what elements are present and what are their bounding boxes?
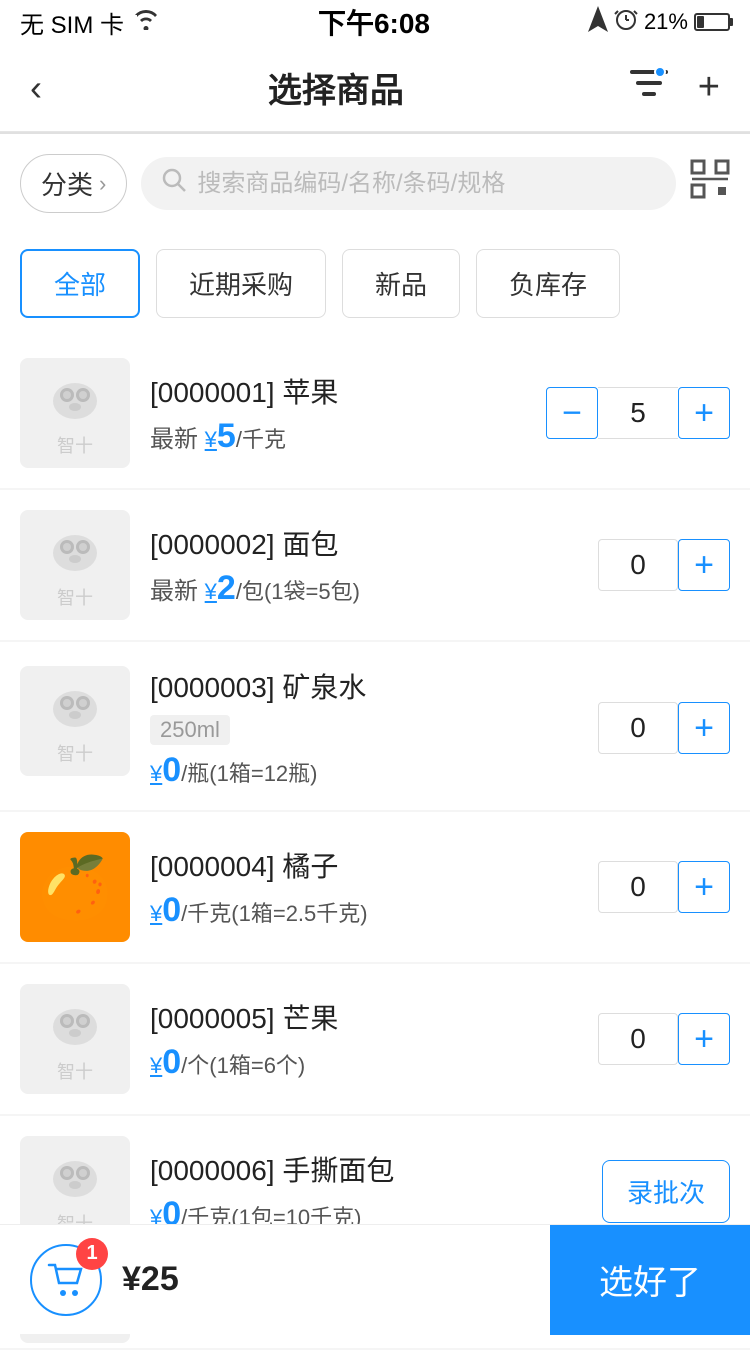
add-button[interactable]: + [698, 66, 720, 109]
scan-icon[interactable] [690, 159, 730, 208]
product-image-0000001: 智十 [20, 358, 130, 468]
list-item: 智十 [0000005] 芒果 ¥0/个(1箱=6个) + [0, 964, 750, 1114]
product-price: ¥0/个(1箱=6个) [150, 1043, 578, 1082]
gps-icon [588, 6, 608, 38]
placeholder-owl-icon: 智十 [45, 994, 105, 1084]
list-item: 智十 [0000001] 苹果 最新 ¥5/千克 − + [0, 338, 750, 488]
wifi-icon [132, 8, 160, 37]
filter-icon[interactable] [630, 66, 668, 110]
quantity-input[interactable] [598, 539, 678, 591]
batch-entry-button[interactable]: 录批次 [602, 1160, 730, 1223]
placeholder-owl-icon: 智十 [45, 676, 105, 766]
nav-actions: + [630, 66, 720, 110]
product-name: [0000005] 芒果 [150, 997, 578, 1037]
chevron-right-icon: › [99, 171, 106, 197]
quantity-input[interactable] [598, 1013, 678, 1065]
quantity-control-0000003: + [598, 702, 730, 754]
tab-all[interactable]: 全部 [20, 249, 140, 318]
quantity-control-0000005: + [598, 1013, 730, 1065]
product-info-0000006: [0000006] 手撕面包 ¥0/千克(1包=10千克) [150, 1149, 582, 1234]
page-title: 选择商品 [268, 63, 404, 112]
status-time: 下午6:08 [318, 2, 430, 42]
alarm-icon [614, 7, 638, 37]
product-name: [0000006] 手撕面包 [150, 1149, 582, 1189]
list-item: 🍊 [0000004] 橘子 ¥0/千克(1箱=2.5千克) + [0, 812, 750, 962]
product-name: [0000001] 苹果 [150, 371, 526, 411]
confirm-button[interactable]: 选好了 [550, 1225, 750, 1335]
search-icon [161, 167, 187, 200]
filter-tabs: 全部 近期采购 新品 负库存 [0, 233, 750, 338]
product-info-0000002: [0000002] 面包 最新 ¥2/包(1袋=5包) [150, 523, 578, 608]
quantity-control-0000002: + [598, 539, 730, 591]
product-image-0000004: 🍊 [20, 832, 130, 942]
product-list: 智十 [0000001] 苹果 最新 ¥5/千克 − + [0, 338, 750, 1348]
bottom-bar: 1 ¥25 选好了 [0, 1224, 750, 1334]
increase-button[interactable]: + [678, 702, 730, 754]
cart-total: ¥25 [122, 1260, 179, 1299]
search-input[interactable] [197, 170, 656, 198]
battery-icon [694, 13, 730, 31]
increase-button[interactable]: + [678, 1013, 730, 1065]
product-image-0000002: 智十 [20, 510, 130, 620]
product-price: ¥0/瓶(1箱=12瓶) [150, 751, 578, 790]
cart-button[interactable]: 1 [30, 1244, 102, 1316]
increase-button[interactable]: + [678, 387, 730, 439]
product-spec: 250ml [150, 715, 230, 745]
category-label: 分类 [41, 165, 93, 202]
status-left: 无 SIM 卡 [20, 5, 160, 40]
battery-text: 21% [644, 9, 688, 35]
product-price: 最新 ¥2/包(1袋=5包) [150, 569, 578, 608]
placeholder-owl-icon: 智十 [45, 1146, 105, 1236]
search-input-wrap [141, 157, 676, 210]
placeholder-owl-icon: 智十 [45, 520, 105, 610]
tab-negative[interactable]: 负库存 [476, 249, 620, 318]
product-info-0000001: [0000001] 苹果 最新 ¥5/千克 [150, 371, 526, 456]
increase-button[interactable]: + [678, 861, 730, 913]
cart-badge: 1 [76, 1238, 108, 1270]
product-name: [0000003] 矿泉水 [150, 666, 578, 706]
quantity-input[interactable] [598, 702, 678, 754]
placeholder-owl-icon: 智十 [45, 368, 105, 458]
cart-area: 1 ¥25 [0, 1244, 550, 1316]
product-info-0000003: [0000003] 矿泉水 250ml ¥0/瓶(1箱=12瓶) [150, 666, 578, 790]
product-info-0000005: [0000005] 芒果 ¥0/个(1箱=6个) [150, 997, 578, 1082]
product-name: [0000004] 橘子 [150, 845, 578, 885]
category-button[interactable]: 分类 › [20, 154, 127, 213]
nav-bar: ‹ 选择商品 + [0, 44, 750, 132]
quantity-control-0000004: + [598, 861, 730, 913]
quantity-input[interactable] [598, 861, 678, 913]
tab-recent[interactable]: 近期采购 [156, 249, 326, 318]
product-image-0000003: 智十 [20, 666, 130, 776]
carrier-text: 无 SIM 卡 [20, 5, 124, 40]
product-info-0000004: [0000004] 橘子 ¥0/千克(1箱=2.5千克) [150, 845, 578, 930]
status-bar: 无 SIM 卡 下午6:08 21% [0, 0, 750, 44]
search-area: 分类 › [0, 134, 750, 233]
status-right: 21% [588, 6, 730, 38]
product-price: 最新 ¥5/千克 [150, 417, 526, 456]
quantity-input[interactable] [598, 387, 678, 439]
list-item: 智十 [0000002] 面包 最新 ¥2/包(1袋=5包) + [0, 490, 750, 640]
decrease-button[interactable]: − [546, 387, 598, 439]
quantity-control-0000006: 录批次 [602, 1160, 730, 1223]
back-button[interactable]: ‹ [30, 67, 42, 109]
list-item: 智十 [0000003] 矿泉水 250ml ¥0/瓶(1箱=12瓶) + [0, 642, 750, 810]
product-name: [0000002] 面包 [150, 523, 578, 563]
quantity-control-0000001: − + [546, 387, 730, 439]
tab-new[interactable]: 新品 [342, 249, 460, 318]
increase-button[interactable]: + [678, 539, 730, 591]
product-price: ¥0/千克(1箱=2.5千克) [150, 891, 578, 930]
product-image-0000005: 智十 [20, 984, 130, 1094]
